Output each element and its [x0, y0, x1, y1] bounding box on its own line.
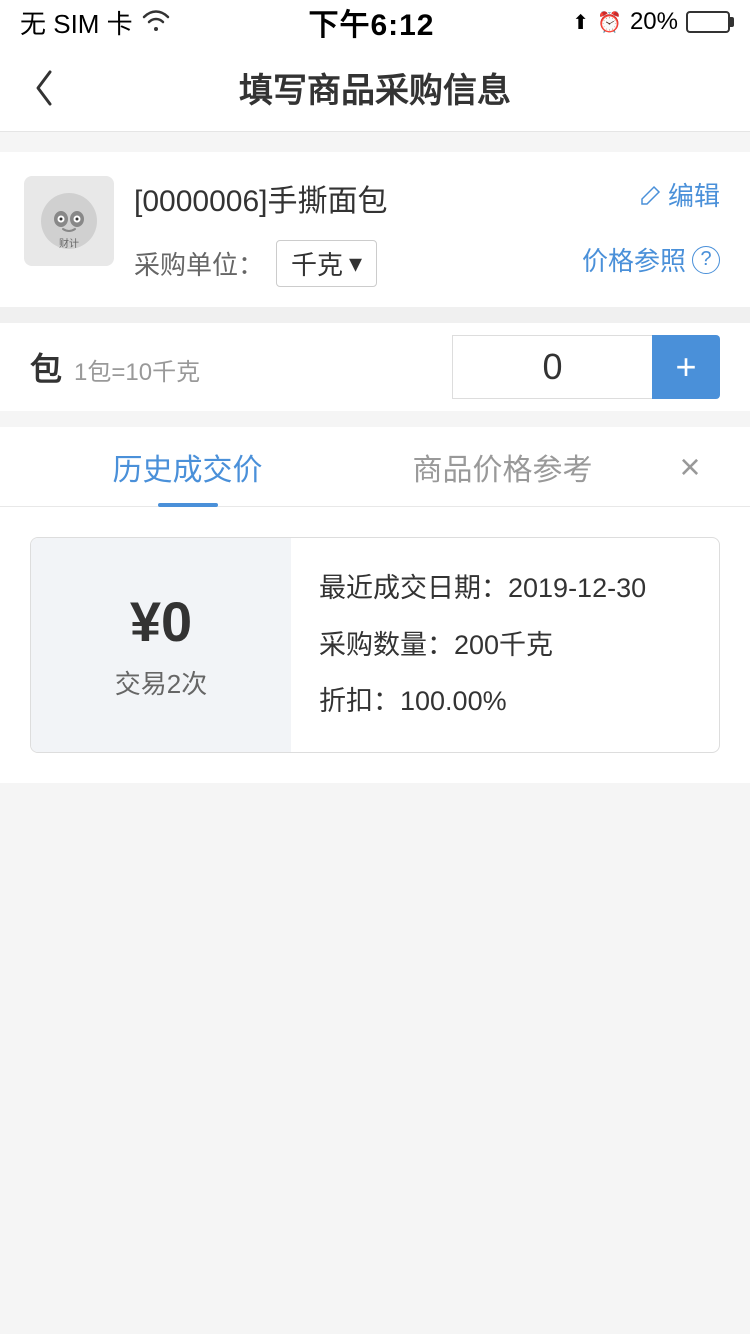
- location-icon: ⬆: [572, 10, 589, 35]
- unit-arrow-icon: ▾: [349, 248, 362, 279]
- product-thumbnail: 财计: [24, 176, 114, 266]
- discount-row: 折扣：100.00%: [319, 681, 691, 722]
- status-bar: 无 SIM 卡 下午6:12 ⬆ ⏰ 20%: [0, 0, 750, 44]
- quantity-input-group: 0 +: [452, 335, 720, 399]
- tab-indicator: [158, 503, 218, 507]
- carrier-text: 无 SIM 卡: [20, 4, 133, 41]
- edit-button[interactable]: 编辑: [640, 176, 720, 213]
- card-detail-section: 最近成交日期：2019-12-30 采购数量：200千克 折扣：100.00%: [291, 538, 719, 752]
- purchase-qty-label: 采购数量：: [319, 630, 454, 660]
- bottom-sheet: 历史成交价 商品价格参考 × ¥0 交易2次 最近成交日期：2019-12-30…: [0, 427, 750, 783]
- price-display: ¥0: [130, 589, 192, 654]
- quantity-plus-button[interactable]: +: [652, 335, 720, 399]
- wifi-icon: [141, 7, 171, 38]
- nav-bar: 填写商品采购信息: [0, 44, 750, 132]
- product-name: [0000006]手撕面包: [134, 176, 387, 220]
- page-title: 填写商品采购信息: [239, 63, 511, 112]
- svg-text:财计: 财计: [59, 237, 79, 250]
- history-card: ¥0 交易2次 最近成交日期：2019-12-30 采购数量：200千克 折扣：…: [30, 537, 720, 753]
- status-right: ⬆ ⏰ 20%: [572, 8, 730, 36]
- product-card: 财计 [0000006]手撕面包 采购单位： 千克 ▾ 编辑: [0, 152, 750, 307]
- purchase-qty-row: 采购数量：200千克: [319, 625, 691, 666]
- back-button[interactable]: [0, 44, 88, 132]
- status-left: 无 SIM 卡: [20, 4, 171, 41]
- quantity-row: 包 1包=10千克 0 +: [0, 323, 750, 411]
- card-price-section: ¥0 交易2次: [31, 538, 291, 752]
- battery-pct-text: 20%: [630, 8, 678, 36]
- help-icon: ?: [692, 246, 720, 274]
- tab-price-reference[interactable]: 商品价格参考: [345, 427, 660, 507]
- qty-unit-char: 包: [30, 344, 62, 390]
- unit-label: 采购单位：: [134, 245, 264, 282]
- qty-conversion: 1包=10千克: [74, 352, 200, 387]
- time-display: 下午6:12: [308, 0, 434, 44]
- recent-date-value: 2019-12-30: [508, 573, 646, 603]
- quantity-input[interactable]: 0: [452, 335, 652, 399]
- unit-select[interactable]: 千克 ▾: [276, 240, 377, 287]
- sheet-tabs: 历史成交价 商品价格参考 ×: [0, 427, 750, 507]
- quantity-label: 包 1包=10千克: [30, 344, 200, 390]
- discount-label: 折扣：: [319, 686, 400, 716]
- purchase-qty-value: 200千克: [454, 630, 553, 660]
- tab-history-price[interactable]: 历史成交价: [30, 427, 345, 507]
- battery-icon: [686, 11, 730, 33]
- recent-date-label: 最近成交日期：: [319, 573, 508, 603]
- price-ref-button[interactable]: 价格参照 ?: [582, 241, 720, 278]
- recent-date-row: 最近成交日期：2019-12-30: [319, 568, 691, 609]
- alarm-icon: ⏰: [597, 10, 622, 35]
- trade-count: 交易2次: [115, 664, 207, 701]
- discount-value: 100.00%: [400, 686, 507, 716]
- sheet-close-button[interactable]: ×: [660, 437, 720, 497]
- history-content: ¥0 交易2次 最近成交日期：2019-12-30 采购数量：200千克 折扣：…: [0, 507, 750, 783]
- section-divider: [0, 307, 750, 323]
